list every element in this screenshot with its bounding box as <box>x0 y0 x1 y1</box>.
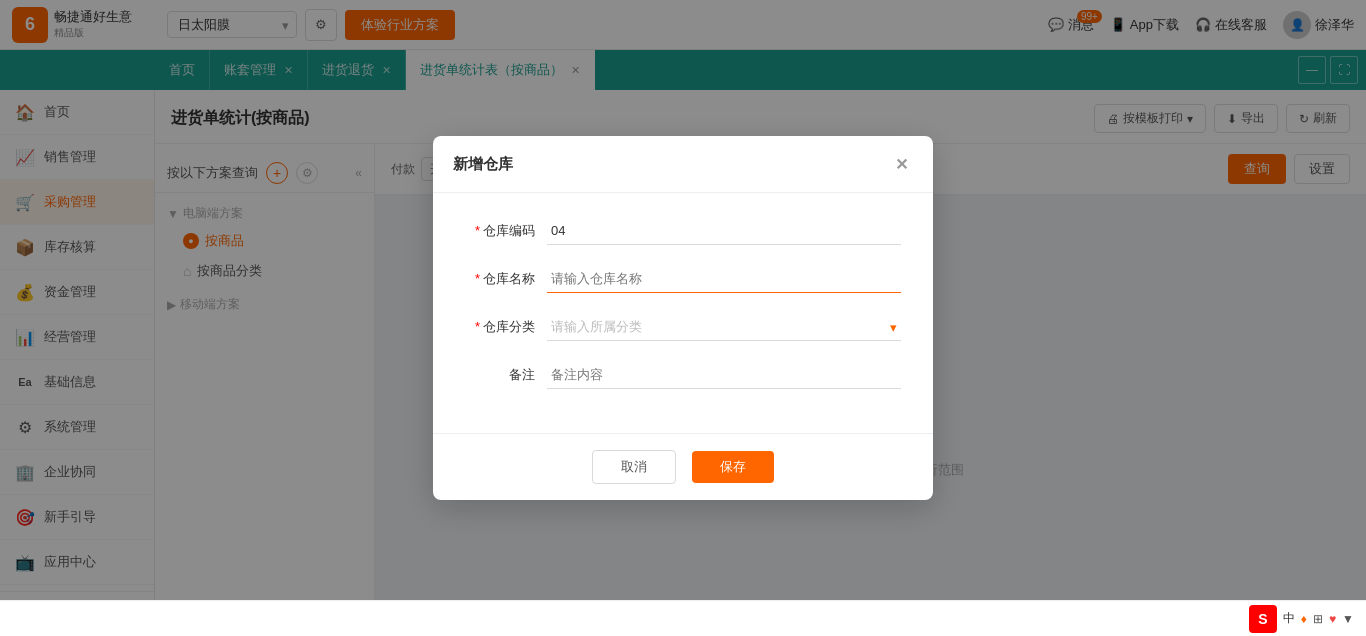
new-warehouse-dialog: 新增仓库 ✕ 仓库编码 仓库名称 仓库分类 请输入所属分类 <box>433 136 933 500</box>
code-label: 仓库编码 <box>465 222 535 240</box>
form-row-code: 仓库编码 <box>465 217 901 245</box>
dialog-title: 新增仓库 <box>453 155 513 174</box>
form-row-category: 仓库分类 请输入所属分类 <box>465 313 901 341</box>
cancel-button[interactable]: 取消 <box>592 450 676 484</box>
name-label: 仓库名称 <box>465 270 535 288</box>
code-input[interactable] <box>547 217 901 245</box>
dialog-header: 新增仓库 ✕ <box>433 136 933 193</box>
remark-label: 备注 <box>465 366 535 384</box>
save-button[interactable]: 保存 <box>692 451 774 483</box>
name-input[interactable] <box>547 265 901 293</box>
form-row-remark: 备注 <box>465 361 901 389</box>
remark-input[interactable] <box>547 361 901 389</box>
status-heart: ♥ <box>1329 612 1336 626</box>
status-grid: ⊞ <box>1313 612 1323 626</box>
status-dot: ♦ <box>1301 612 1307 626</box>
dialog-close-button[interactable]: ✕ <box>889 152 913 176</box>
category-label: 仓库分类 <box>465 318 535 336</box>
category-select-wrap: 请输入所属分类 <box>547 313 901 341</box>
status-bar: S 中 ♦ ⊞ ♥ ▼ <box>0 600 1366 636</box>
dialog-overlay: 新增仓库 ✕ 仓库编码 仓库名称 仓库分类 请输入所属分类 <box>0 0 1366 636</box>
s-logo-icon: S <box>1249 605 1277 633</box>
status-logo: S 中 ♦ ⊞ ♥ ▼ <box>1249 605 1354 633</box>
dialog-footer: 取消 保存 <box>433 433 933 500</box>
category-select[interactable]: 请输入所属分类 <box>547 313 901 341</box>
status-chevron: ▼ <box>1342 612 1354 626</box>
status-chinese: 中 <box>1283 610 1295 627</box>
dialog-body: 仓库编码 仓库名称 仓库分类 请输入所属分类 备注 <box>433 193 933 433</box>
form-row-name: 仓库名称 <box>465 265 901 293</box>
